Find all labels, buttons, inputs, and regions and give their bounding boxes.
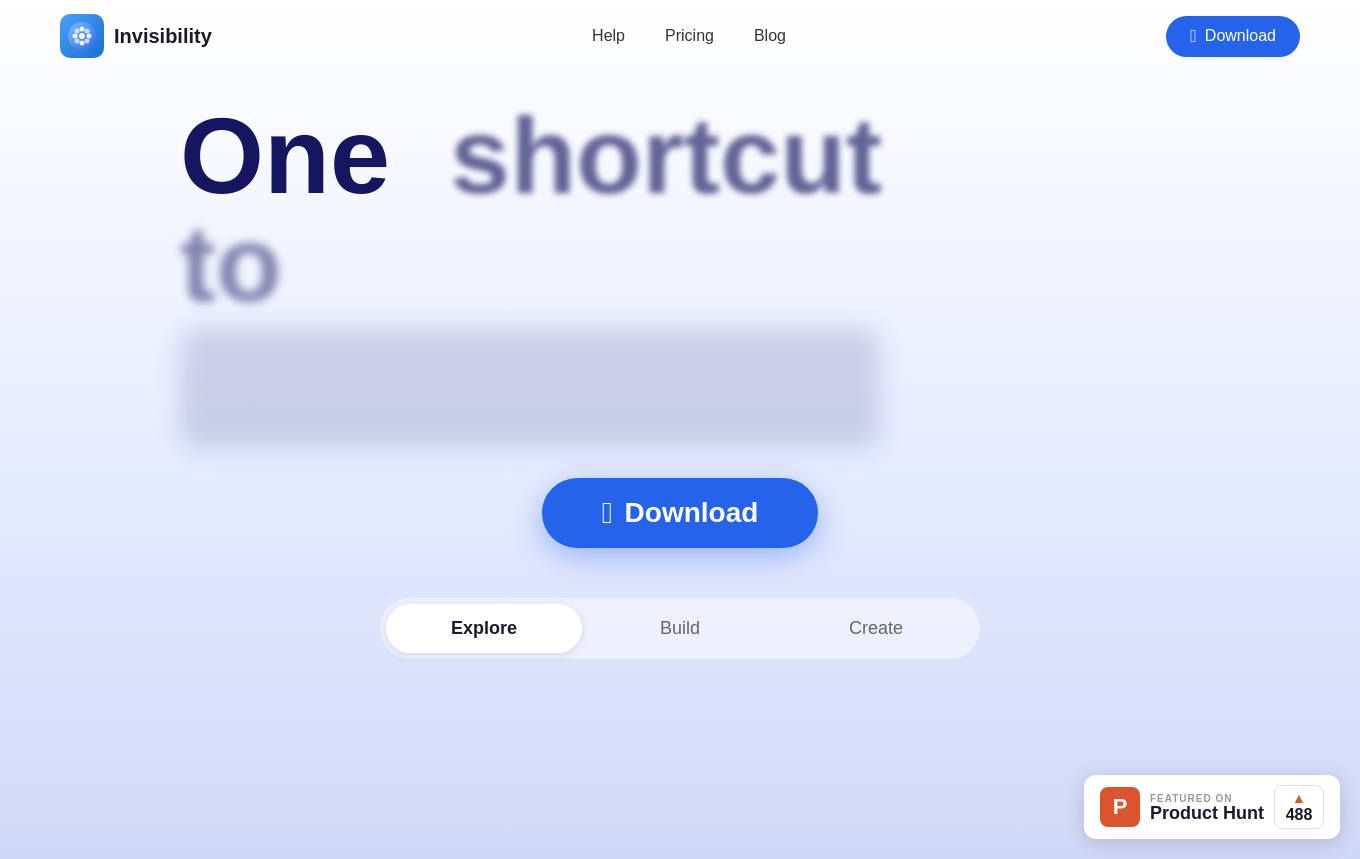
svg-point-2	[80, 41, 85, 46]
hero-line-two: to	[180, 210, 1180, 318]
logo-icon	[60, 14, 104, 58]
download-section:  Download	[0, 478, 1360, 548]
tab-create[interactable]: Create	[778, 604, 974, 653]
product-hunt-text: FEATURED ON Product Hunt	[1150, 793, 1264, 822]
hero-blurred-content	[180, 328, 880, 448]
ph-featured-label: FEATURED ON	[1150, 793, 1264, 804]
tabs-section: Explore Build Create	[0, 598, 1360, 659]
nav-download-button[interactable]:  Download	[1166, 16, 1300, 57]
svg-point-4	[87, 34, 92, 39]
hero-line-one: One shortcut	[180, 102, 1180, 210]
ph-upvote-arrow: ▲	[1292, 790, 1306, 806]
navbar: Invisibility Help Pricing Blog  Downloa…	[0, 0, 1360, 72]
svg-point-7	[75, 39, 80, 44]
brand-name: Invisibility	[114, 25, 212, 48]
apple-icon-large: 	[602, 496, 613, 530]
svg-point-3	[73, 34, 78, 39]
main-download-label: Download	[625, 497, 759, 529]
svg-point-9	[79, 33, 85, 39]
hero-section: One shortcut to	[0, 102, 1360, 448]
ph-votes-container: ▲ 488	[1274, 785, 1324, 829]
svg-point-1	[80, 27, 85, 32]
tab-explore[interactable]: Explore	[386, 604, 582, 653]
svg-point-8	[85, 39, 90, 44]
svg-point-6	[85, 29, 90, 34]
apple-icon: 	[1190, 26, 1197, 47]
nav-download-label: Download	[1205, 27, 1276, 45]
product-hunt-badge[interactable]: P FEATURED ON Product Hunt ▲ 488	[1084, 775, 1340, 839]
product-hunt-logo: P	[1100, 787, 1140, 827]
hero-word-shortcut: shortcut	[450, 95, 882, 216]
main-download-button[interactable]:  Download	[542, 478, 819, 548]
nav-blog[interactable]: Blog	[754, 27, 786, 45]
tabs-container: Explore Build Create	[380, 598, 980, 659]
nav-help[interactable]: Help	[592, 27, 625, 45]
hero-word-one: One	[180, 95, 390, 216]
svg-point-5	[75, 29, 80, 34]
nav-links: Help Pricing Blog	[592, 27, 786, 45]
logo-area[interactable]: Invisibility	[60, 14, 212, 58]
ph-vote-count: 488	[1286, 806, 1313, 824]
tab-build[interactable]: Build	[582, 604, 778, 653]
nav-pricing[interactable]: Pricing	[665, 27, 714, 45]
ph-name-label: Product Hunt	[1150, 804, 1264, 822]
